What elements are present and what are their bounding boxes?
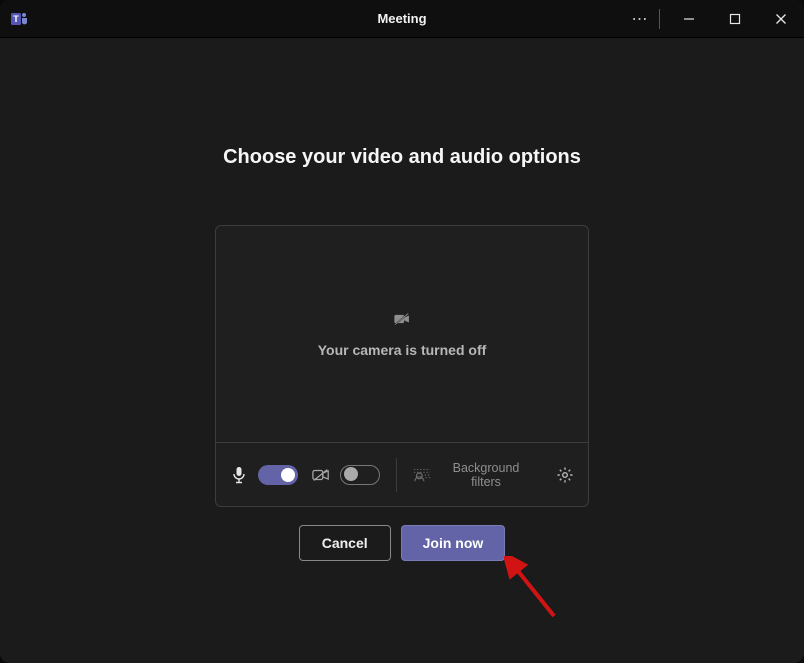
teams-app-icon: T (10, 9, 30, 29)
camera-icon[interactable] (312, 466, 330, 484)
join-now-button[interactable]: Join now (401, 525, 506, 561)
minimize-button[interactable] (666, 0, 712, 38)
divider (659, 9, 660, 29)
microphone-icon[interactable] (230, 466, 248, 484)
window: T Meeting ⋯ Choose your video an (0, 0, 804, 663)
background-filters-button[interactable]: Background filters (413, 461, 546, 489)
preview-card: Your camera is turned off (215, 225, 589, 507)
divider (396, 458, 397, 492)
action-buttons: Cancel Join now (299, 525, 506, 561)
microphone-toggle[interactable] (258, 465, 298, 485)
content: Choose your video and audio options Your… (0, 38, 804, 663)
camera-toggle[interactable] (340, 465, 380, 485)
device-settings-button[interactable] (556, 466, 574, 484)
close-button[interactable] (758, 0, 804, 38)
window-controls: ⋯ (621, 0, 804, 37)
maximize-button[interactable] (712, 0, 758, 38)
device-controls: Background filters (216, 442, 588, 506)
more-options-button[interactable]: ⋯ (621, 0, 659, 38)
page-title: Choose your video and audio options (223, 146, 581, 169)
camera-preview: Your camera is turned off (216, 226, 588, 442)
cancel-button[interactable]: Cancel (299, 525, 391, 561)
background-filters-icon (413, 466, 431, 484)
svg-text:T: T (13, 14, 19, 24)
camera-off-icon (393, 310, 411, 328)
toggle-knob (281, 468, 295, 482)
background-filters-label: Background filters (441, 461, 531, 489)
toggle-knob (344, 467, 358, 481)
titlebar: T Meeting ⋯ (0, 0, 804, 38)
camera-off-text: Your camera is turned off (318, 342, 487, 358)
